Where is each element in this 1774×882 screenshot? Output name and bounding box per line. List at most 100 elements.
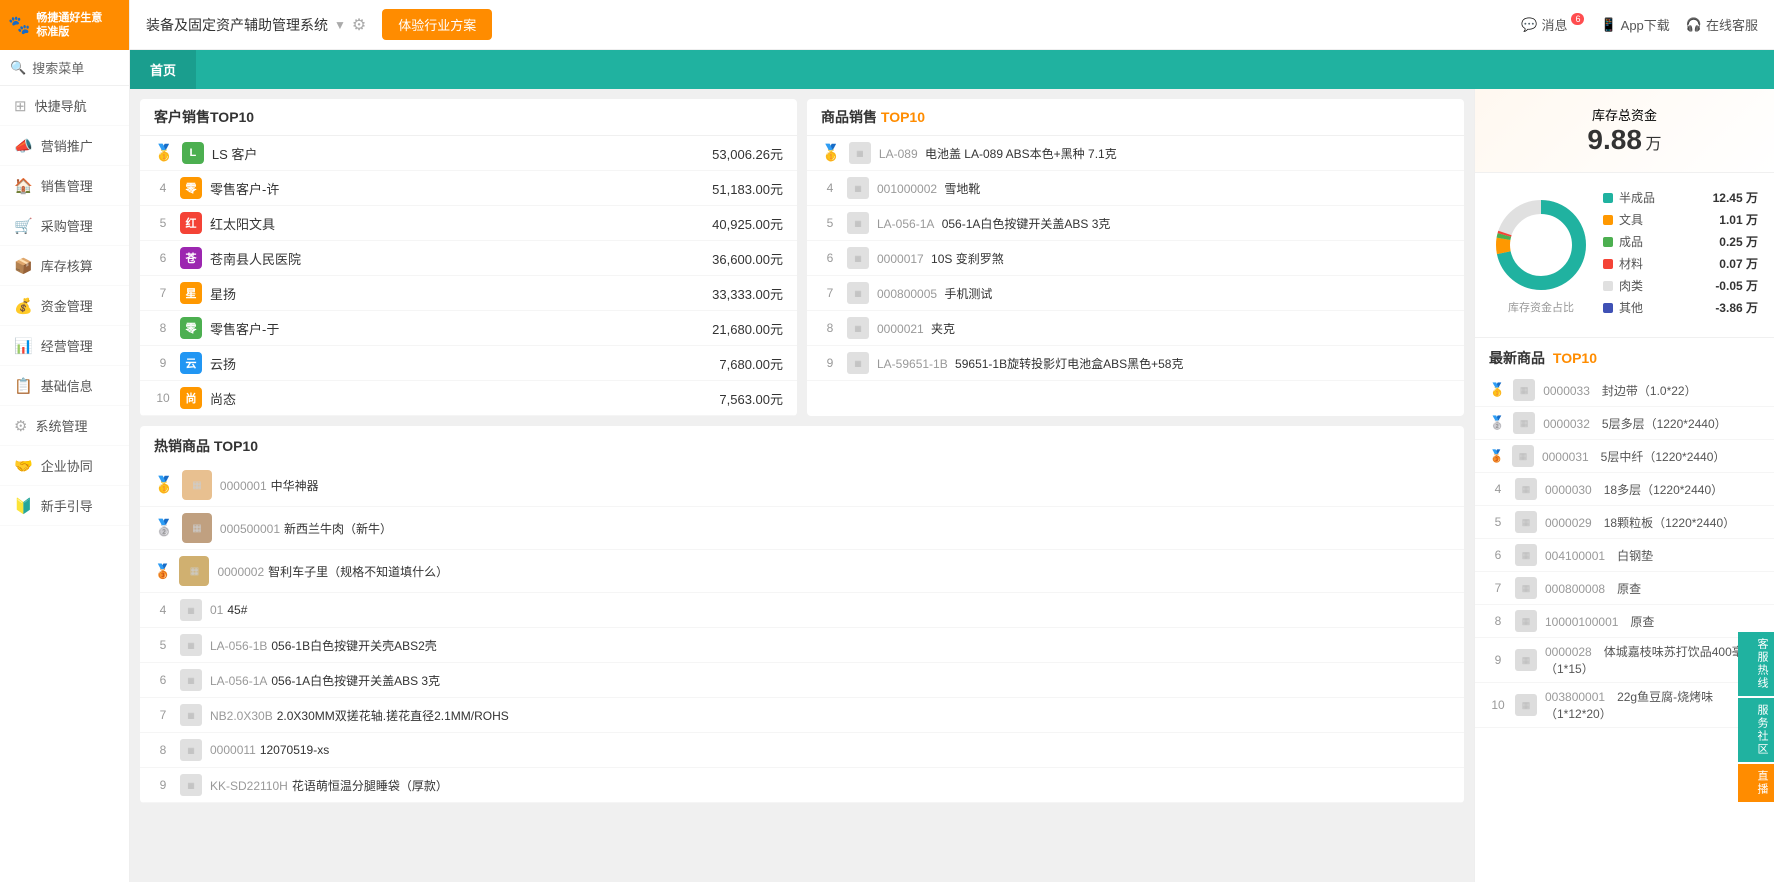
sidebar-item-label: 销售管理 [41, 176, 93, 195]
sidebar-item-label: 经营管理 [41, 336, 93, 355]
rank-num: 6 [821, 251, 839, 265]
product-info: 003800001 22g鱼豆腐-烧烤味（1*12*20） [1545, 688, 1760, 722]
list-item: 6 ▦ LA-056-1A056-1A白色按键开关盖ABS 3克 [140, 663, 1464, 698]
sidebar-item-finance[interactable]: 💰 资金管理 [0, 286, 129, 326]
online-service-button[interactable]: 🎧 在线客服 [1686, 15, 1758, 34]
sidebar-item-cooperation[interactable]: 🤝 企业协同 [0, 446, 129, 486]
medal-icon: 🥇 [154, 475, 174, 495]
rank-num: 10 [154, 391, 172, 405]
product-code: 0000029 [1545, 516, 1592, 530]
rank-num: 8 [154, 743, 172, 757]
rank-num: 9 [1489, 653, 1507, 667]
table-row: 8 零 零售客户-于 21,680.00元 [140, 311, 797, 346]
table-row: 9 ▦ LA-59651-1B 59651-1B旋转投影灯电池盒ABS黑色+58… [807, 346, 1464, 381]
rank-num: 7 [154, 708, 172, 722]
sidebar-item-quick-nav[interactable]: ⊞ 快捷导航 [0, 86, 129, 126]
sidebar-item-purchase[interactable]: 🛒 采购管理 [0, 206, 129, 246]
live-button[interactable]: 直播 [1738, 764, 1774, 802]
app-download-button[interactable]: 📱 App下载 [1600, 15, 1669, 34]
product-code: 0000002 [217, 565, 264, 579]
product-code: 0000021 [877, 322, 924, 336]
sidebar: 🐾 畅捷通好生意 标准版 🔍 搜索菜单 ⊞ 快捷导航 📣 营销推广 🏠 销售管理… [0, 0, 130, 882]
product-info: 10000100001 原查 [1545, 613, 1760, 630]
customer-name: LS 客户 [212, 144, 704, 163]
legend-name: 文具 [1619, 211, 1713, 228]
product-code: 0000001 [220, 479, 267, 493]
search-menu-label: 搜索菜单 [32, 58, 84, 77]
product-info: 000800005 手机测试 [877, 285, 1450, 302]
newest-top10-label: TOP10 [1553, 350, 1597, 366]
top-panels: 客户销售TOP10 🥇 L LS 客户 53,006.26元 4 零 [140, 99, 1464, 416]
customer-amount: 53,006.26元 [712, 144, 783, 163]
table-row: 6 苍 苍南县人民医院 36,600.00元 [140, 241, 797, 276]
sidebar-item-marketing[interactable]: 📣 营销推广 [0, 126, 129, 166]
medal-icon: 🥈 [154, 518, 174, 538]
sidebar-item-system[interactable]: ⚙ 系统管理 [0, 406, 129, 446]
table-row: 7 ▦ 000800005 手机测试 [807, 276, 1464, 311]
rank-num: 10 [1489, 698, 1507, 712]
customer-amount: 21,680.00元 [712, 319, 783, 338]
sidebar-item-guide[interactable]: 🔰 新手引导 [0, 486, 129, 526]
customer-name: 零售客户-于 [210, 319, 704, 338]
topbar-right: 💬 消息 6 📱 App下载 🎧 在线客服 [1521, 15, 1758, 34]
search-menu[interactable]: 🔍 搜索菜单 [0, 50, 129, 86]
customer-name: 云扬 [210, 354, 711, 373]
product-code: 000800005 [877, 287, 937, 301]
dropdown-icon[interactable]: ▼ [334, 18, 346, 32]
message-button[interactable]: 💬 消息 6 [1521, 15, 1584, 34]
product-sales-table: 🥇 ▦ LA-089 电池盖 LA-089 ABS本色+黑种 7.1克 4 ▦ [807, 136, 1464, 381]
product-sales-card: 商品销售 TOP10 🥇 ▦ LA-089 电池盖 LA-089 ABS本色+黑… [807, 99, 1464, 416]
sidebar-item-inventory[interactable]: 📦 库存核算 [0, 246, 129, 286]
customer-badge: 红 [180, 212, 202, 234]
legend-color-dot [1603, 281, 1613, 291]
product-code: LA-056-1A [210, 674, 267, 688]
product-info: 0000001中华神器 [220, 477, 1450, 494]
phone-icon: 📱 [1600, 17, 1616, 33]
list-item: 4 ▦ 0000030 18多层（1220*2440） [1475, 473, 1774, 506]
list-item: 🥈 ▦ 0000032 5层多层（1220*2440） [1475, 407, 1774, 440]
product-image: ▦ [1515, 577, 1537, 599]
gear-icon[interactable]: ⚙ [352, 15, 366, 35]
product-image: ▦ [180, 669, 202, 691]
list-item: 5 ▦ 0000029 18颗粒板（1220*2440） [1475, 506, 1774, 539]
list-item: 8 ▦ 10000100001 原查 [1475, 605, 1774, 638]
list-item: 5 ▦ LA-056-1B056-1B白色按键开关壳ABS2壳 [140, 628, 1464, 663]
product-info: 0000031 5层中纤（1220*2440） [1542, 448, 1760, 465]
nav-icon-guide: 🔰 [14, 497, 33, 515]
nav-icon-cooperation: 🤝 [14, 457, 33, 475]
sidebar-item-sales[interactable]: 🏠 销售管理 [0, 166, 129, 206]
product-image: ▦ [1515, 478, 1537, 500]
medal-icon: 🥇 [821, 143, 841, 163]
product-info: 000001112070519-xs [210, 743, 1450, 757]
message-badge: 6 [1571, 13, 1584, 25]
product-code: 01 [210, 603, 223, 617]
rank-num: 9 [154, 356, 172, 370]
trial-button[interactable]: 体验行业方案 [382, 9, 492, 40]
product-code: 004100001 [1545, 549, 1605, 563]
service-community-button[interactable]: 服务社区 [1738, 698, 1774, 762]
customer-hotline-button[interactable]: 客服热线 [1738, 632, 1774, 696]
sidebar-item-label: 系统管理 [35, 416, 87, 435]
table-row: 9 云 云扬 7,680.00元 [140, 346, 797, 381]
list-item: 10 ▦ 003800001 22g鱼豆腐-烧烤味（1*12*20） [1475, 683, 1774, 728]
list-item: 9 ▦ 0000028 体城嘉枝味苏打饮品400毫升（1*15） [1475, 638, 1774, 683]
product-code: 0000032 [1543, 417, 1590, 431]
inventory-total-section: 库存总资金 9.88 万 [1475, 89, 1774, 173]
sidebar-item-basic[interactable]: 📋 基础信息 [0, 366, 129, 406]
customer-amount: 33,333.00元 [712, 284, 783, 303]
sidebar-item-operation[interactable]: 📊 经营管理 [0, 326, 129, 366]
legend-color-dot [1603, 215, 1613, 225]
product-image: ▦ [1515, 649, 1537, 671]
tab-home[interactable]: 首页 [130, 50, 196, 89]
product-code: LA-056-1A [877, 217, 934, 231]
product-code: LA-089 [879, 147, 918, 161]
nav-icon-system: ⚙ [14, 417, 27, 435]
rank-num: 4 [1489, 482, 1507, 496]
rank-num: 5 [821, 216, 839, 230]
chart-label: 库存资金占比 [1508, 299, 1574, 315]
product-info: 0145# [210, 603, 1450, 617]
product-image: ▦ [847, 247, 869, 269]
rank-num: 5 [1489, 515, 1507, 529]
product-code: LA-59651-1B [877, 357, 948, 371]
legend-name: 其他 [1619, 299, 1709, 316]
